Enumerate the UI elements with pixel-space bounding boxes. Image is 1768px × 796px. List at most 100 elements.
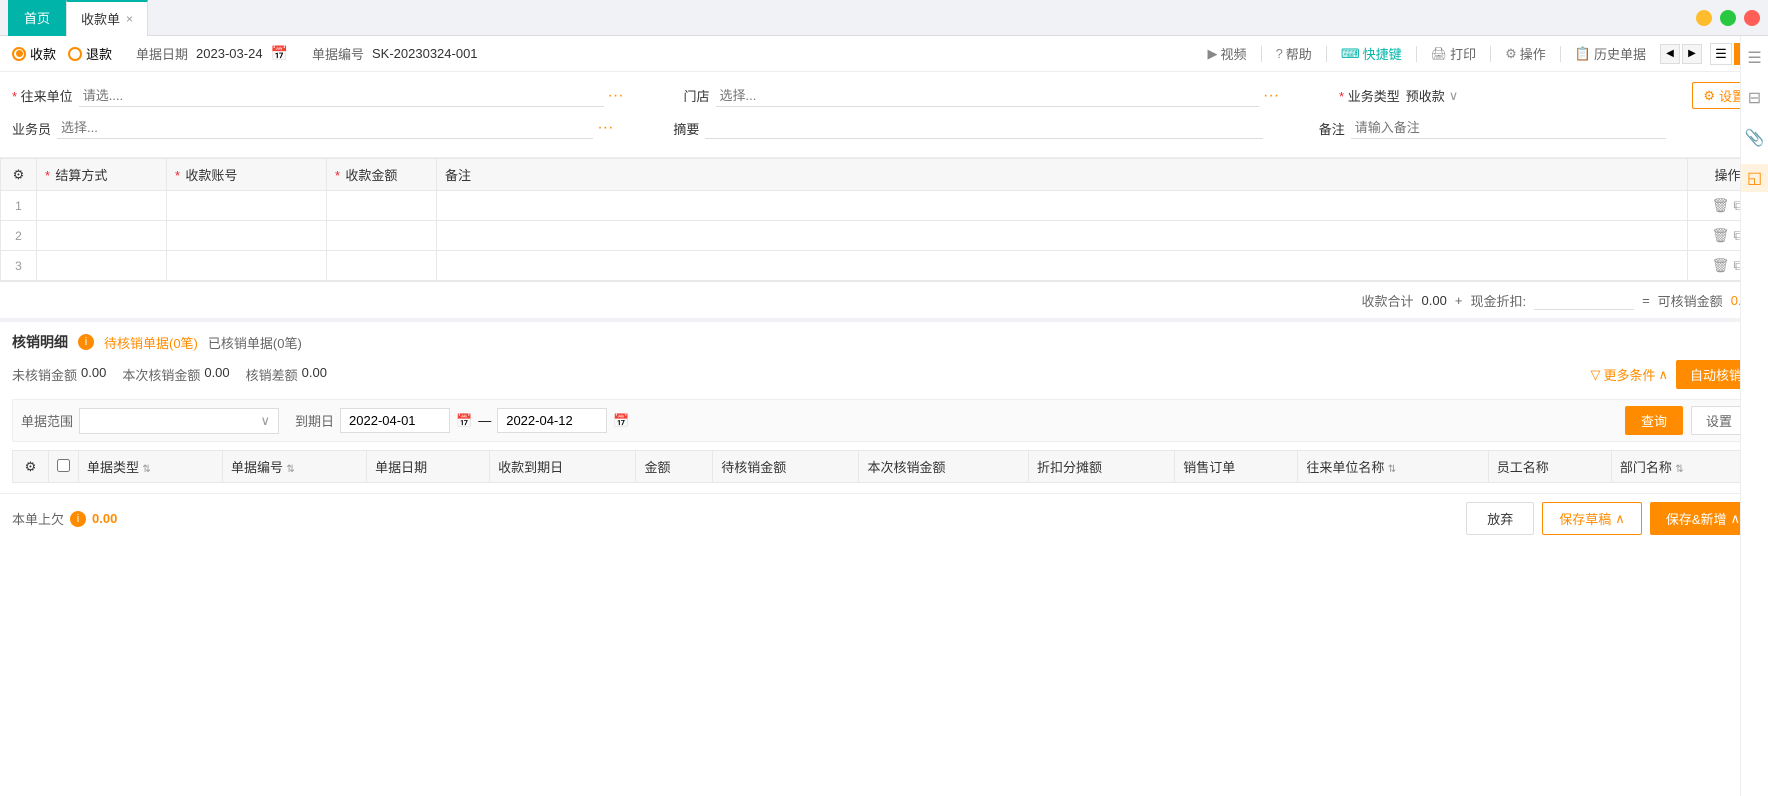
bottom-col-checkbox[interactable] [49,451,79,483]
bottom-table-header-row: ⚙ 单据类型 ⇅ 单据编号 ⇅ [13,451,1756,483]
more-conditions-button[interactable]: ▽ 更多条件 ∧ [1590,365,1668,384]
sidebar-icon-3[interactable]: 📎 [1741,124,1768,152]
select-all-checkbox[interactable] [57,459,70,472]
bottom-table: ⚙ 单据类型 ⇅ 单据编号 ⇅ [12,450,1756,483]
bottom-col-partner-label: 往来单位名称 [1306,460,1384,475]
date-from-calendar-icon[interactable]: 📅 [456,413,472,429]
row-amount-1[interactable] [327,191,437,221]
sidebar-icon-4[interactable]: ◱ [1741,164,1768,192]
bottom-col-settings[interactable]: ⚙ [13,451,49,483]
row-remark-1[interactable] [437,191,1688,221]
radio-refund[interactable]: 退款 [68,44,112,63]
dept-sort-icon[interactable]: ⇅ [1675,464,1683,475]
partner-sort-icon[interactable]: ⇅ [1388,464,1396,475]
row-delete-btn-1[interactable]: 🗑 [1712,197,1730,214]
row-jiesuan-2[interactable] [37,221,167,251]
verify-title: 核销明细 [12,332,68,352]
sidebar-icon-1[interactable]: ☰ [1741,44,1768,72]
abandon-button[interactable]: 放弃 [1466,502,1534,535]
no-sort-icon[interactable]: ⇅ [286,464,294,475]
row-acct-2[interactable] [167,221,327,251]
radio-receipt[interactable]: 收款 [12,44,56,63]
bottom-settings-icon: ⚙ [25,459,37,474]
maximize-button[interactable] [1720,10,1736,26]
save-new-arrow: ∧ [1730,511,1740,527]
filter-settings-button[interactable]: 设置 [1691,406,1747,435]
sidebar-icon-2[interactable]: ⊟ [1741,84,1768,112]
filter-actions: 查询 设置 [1625,406,1747,435]
list-view-button[interactable]: ☰ [1710,43,1732,65]
range-select-arrow: ∨ [261,413,271,429]
col-settings-icon: ⚙ [13,167,25,182]
row-acct-1[interactable] [167,191,327,221]
form-area: 往来单位 ··· 门店 ··· 业务类型 预收款 ∨ ⚙ 设置 [0,72,1768,158]
plus-sign: + [1455,293,1463,308]
type-sort-icon[interactable]: ⇅ [142,464,150,475]
row-remark-3[interactable] [437,251,1688,281]
more-conditions-label: 更多条件 [1603,365,1655,384]
bottom-table-wrap: ⚙ 单据类型 ⇅ 单据编号 ⇅ [12,450,1756,483]
verify-toolbar: ▽ 更多条件 ∧ 自动核销 [1590,360,1756,389]
carry-label: 本单上欠 [12,509,64,528]
col-remark-header: 备注 [437,159,1688,191]
total-label: 收款合计 [1362,291,1414,310]
partner-more-button[interactable]: ··· [604,87,628,105]
remark-label: 备注 [1319,119,1345,138]
row-remark-2[interactable] [437,221,1688,251]
row-jiesuan-1[interactable] [37,191,167,221]
query-button[interactable]: 查询 [1625,406,1683,435]
staff-more-button[interactable]: ··· [593,119,617,137]
range-select[interactable]: ∨ [79,408,279,434]
row-acct-3[interactable] [167,251,327,281]
minimize-button[interactable] [1696,10,1712,26]
row-delete-btn-2[interactable]: 🗑 [1712,227,1730,244]
shortcut-icon: ⌨ [1341,46,1360,62]
discount-input[interactable] [1534,290,1634,310]
receipt-type-group: 收款 退款 [12,44,112,63]
biz-type-label: 业务类型 [1339,86,1400,105]
shop-input[interactable] [716,85,1260,107]
calendar-icon[interactable]: 📅 [271,45,288,62]
verify-stats: 未核销金额 0.00 本次核销金额 0.00 核销差额 0.00 ▽ 更多条件 … [12,360,1756,389]
history-button[interactable]: 📋 历史单据 [1569,42,1652,65]
summary-label: 摘要 [673,119,699,138]
save-draft-button[interactable]: 保存草稿 ∧ [1542,502,1642,535]
nav-prev-button[interactable]: ◀ [1660,44,1680,64]
row-jiesuan-3[interactable] [37,251,167,281]
pending-tab-link[interactable]: 待核销单据(0笔) [104,333,198,352]
tab-home[interactable]: 首页 [8,0,66,36]
tab-close-icon[interactable]: × [126,12,133,26]
row-delete-btn-3[interactable]: 🗑 [1712,257,1730,274]
help-button[interactable]: ? 帮助 [1270,42,1318,65]
summary-input[interactable] [705,117,1262,139]
staff-input[interactable] [57,117,593,139]
date-from-input[interactable] [340,408,450,433]
doc-date-field: 单据日期 2023-03-24 📅 [136,44,288,63]
carry-info-icon[interactable]: i [70,511,86,527]
done-tab-link[interactable]: 已核销单据(0笔) [208,333,302,352]
date-to-input[interactable] [497,408,607,433]
date-to-calendar-icon[interactable]: 📅 [613,413,629,429]
nav-next-button[interactable]: ▶ [1682,44,1702,64]
tab-receipt-label: 收款单 [81,9,120,28]
col-settings-header[interactable]: ⚙ [1,159,37,191]
receipt-table: ⚙ * 结算方式 * 收款账号 * 收款金额 备注 [0,158,1768,281]
print-button[interactable]: 🖨 打印 [1425,42,1483,65]
partner-input[interactable] [79,85,604,107]
close-button[interactable] [1744,10,1760,26]
tab-receipt[interactable]: 收款单 × [66,0,148,36]
table-row: 1 🗑 ⧉ [1,191,1768,221]
video-label: 视频 [1221,44,1247,63]
biz-type-arrow[interactable]: ∨ [1449,88,1459,104]
row-amount-3[interactable] [327,251,437,281]
shortcut-button[interactable]: ⌨ 快捷键 [1335,42,1408,65]
shop-more-button[interactable]: ··· [1259,87,1283,105]
remark-input[interactable] [1351,117,1666,139]
verify-info-icon[interactable]: i [78,334,94,350]
table-header-row: ⚙ * 结算方式 * 收款账号 * 收款金额 备注 [1,159,1768,191]
row-amount-2[interactable] [327,221,437,251]
video-button[interactable]: ▶ 视频 [1202,42,1253,65]
ops-button[interactable]: ⚙ 操作 [1499,42,1552,65]
form-row-1: 往来单位 ··· 门店 ··· 业务类型 预收款 ∨ ⚙ 设置 [12,82,1756,109]
verify-header: 核销明细 i 待核销单据(0笔) 已核销单据(0笔) [12,332,1756,352]
